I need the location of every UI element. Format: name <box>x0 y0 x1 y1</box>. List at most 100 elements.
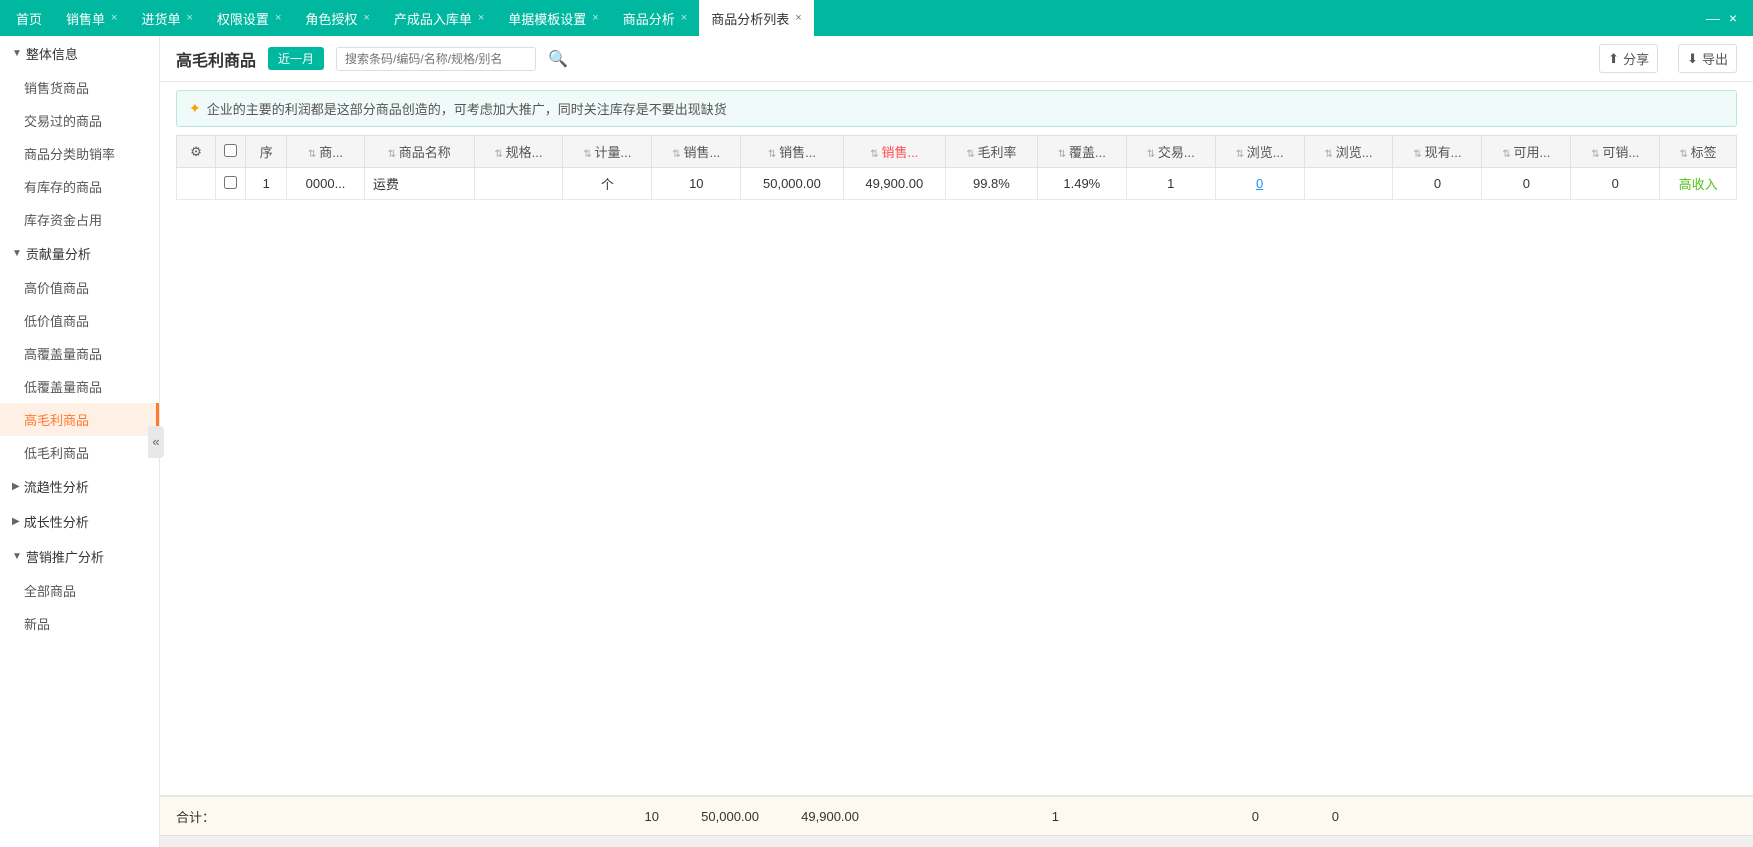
arrow-trend: ▶ <box>12 481 20 492</box>
total-sales-profit: 49,900.00 <box>771 809 871 824</box>
content-area: 高毛利商品 近一月 🔍 ⬆ 分享 ⬇ 导出 ✦ 企业的主要的利润都是这部分商品创… <box>160 36 1753 847</box>
th-current-stock[interactable]: 现有... <box>1393 136 1482 168</box>
sidebar-item-high-margin[interactable]: 高毛利商品 <box>0 403 159 436</box>
th-spec[interactable]: 规格... <box>474 136 563 168</box>
th-sales-amount[interactable]: 销售... <box>741 136 843 168</box>
nav-sales[interactable]: 销售单 × <box>54 0 129 36</box>
cell-gross-margin: 99.8% <box>945 168 1037 200</box>
close-permission-tab[interactable]: × <box>275 12 281 24</box>
close-window-button[interactable]: × <box>1725 10 1741 26</box>
close-role-tab[interactable]: × <box>363 12 369 24</box>
cell-seq: 1 <box>246 168 287 200</box>
sidebar-item-high-value[interactable]: 高价值商品 <box>0 271 159 304</box>
nav-role[interactable]: 角色授权 × <box>293 0 381 36</box>
window-controls: — × <box>1705 10 1749 26</box>
sidebar-item-new-goods[interactable]: 新品 <box>0 607 159 640</box>
sidebar-item-category-rate[interactable]: 商品分类助销率 <box>0 137 159 170</box>
arrow-contribution: ▼ <box>12 248 22 259</box>
sidebar-collapse-button[interactable]: « <box>148 426 164 458</box>
content-header: 高毛利商品 近一月 🔍 ⬆ 分享 ⬇ 导出 <box>160 36 1753 82</box>
th-settings[interactable]: ⚙ <box>177 136 216 168</box>
close-analysis-list-tab[interactable]: × <box>795 12 801 24</box>
period-button[interactable]: 近一月 <box>268 47 324 70</box>
export-icon: ⬇ <box>1687 51 1698 67</box>
th-code[interactable]: 商... <box>287 136 365 168</box>
cell-code: 0000... <box>287 168 365 200</box>
select-all-checkbox[interactable] <box>224 144 237 157</box>
th-gross-margin[interactable]: 毛利率 <box>945 136 1037 168</box>
close-analysis-tab[interactable]: × <box>681 12 687 24</box>
total-transactions: 1 <box>991 809 1071 824</box>
close-sales-tab[interactable]: × <box>111 12 117 24</box>
nav-production[interactable]: 产成品入库单 × <box>382 0 496 36</box>
th-sales-profit[interactable]: 销售... <box>843 136 945 168</box>
horizontal-scrollbar[interactable] <box>160 835 1753 847</box>
notice-icon: ✦ <box>189 100 201 117</box>
share-button[interactable]: ⬆ 分享 <box>1599 44 1658 73</box>
sidebar-group-contribution[interactable]: ▼ 贡献量分析 <box>0 236 159 271</box>
top-navigation: 首页 销售单 × 进货单 × 权限设置 × 角色授权 × 产成品入库单 × 单据… <box>0 0 1753 36</box>
th-name[interactable]: 商品名称 <box>364 136 474 168</box>
export-button[interactable]: ⬇ 导出 <box>1678 44 1737 73</box>
th-sales-qty[interactable]: 销售... <box>652 136 741 168</box>
close-production-tab[interactable]: × <box>478 12 484 24</box>
sidebar-item-stock-capital[interactable]: 库存资金占用 <box>0 203 159 236</box>
close-purchase-tab[interactable]: × <box>186 12 192 24</box>
search-button[interactable]: 🔍 <box>548 49 568 69</box>
sidebar-item-low-margin[interactable]: 低毛利商品 <box>0 436 159 469</box>
sidebar-item-all-goods[interactable]: 全部商品 <box>0 574 159 607</box>
sidebar-item-low-value[interactable]: 低价值商品 <box>0 304 159 337</box>
cell-browse1[interactable]: 0 <box>1215 168 1304 200</box>
sidebar-item-in-stock[interactable]: 有库存的商品 <box>0 170 159 203</box>
minimize-button[interactable]: — <box>1705 10 1721 26</box>
nav-analysis[interactable]: 商品分析 × <box>611 0 699 36</box>
cell-coverage: 1.49% <box>1037 168 1126 200</box>
arrow-growth: ▶ <box>12 516 20 527</box>
nav-analysis-list[interactable]: 商品分析列表 × <box>699 0 813 36</box>
cell-sales-profit: 49,900.00 <box>843 168 945 200</box>
sidebar-group-overall[interactable]: ▼ 整体信息 <box>0 36 159 71</box>
sidebar-group-marketing[interactable]: ▼ 营销推广分析 <box>0 539 159 574</box>
th-checkbox[interactable] <box>216 136 246 168</box>
th-transactions[interactable]: 交易... <box>1126 136 1215 168</box>
search-input[interactable] <box>336 47 536 71</box>
cell-tag: 高收入 <box>1660 168 1737 200</box>
sidebar-item-traded[interactable]: 交易过的商品 <box>0 104 159 137</box>
total-sales-amount: 50,000.00 <box>671 809 771 824</box>
th-tag[interactable]: 标签 <box>1660 136 1737 168</box>
total-available: 0 <box>1271 809 1351 824</box>
cell-unit: 个 <box>563 168 652 200</box>
sidebar-group-growth[interactable]: ▶ 成长性分析 <box>0 504 159 539</box>
nav-permission[interactable]: 权限设置 × <box>205 0 293 36</box>
th-seq: 序 <box>246 136 287 168</box>
arrow-overall: ▼ <box>12 48 22 59</box>
table-body: 1 0000... 运费 个 10 50,000.00 49,900.00 99… <box>177 168 1737 200</box>
notice-bar: ✦ 企业的主要的利润都是这部分商品创造的，可考虑加大推广，同时关注库存是不要出现… <box>176 90 1737 127</box>
sidebar-item-low-coverage[interactable]: 低覆盖量商品 <box>0 370 159 403</box>
nav-purchase[interactable]: 进货单 × <box>129 0 204 36</box>
th-browse2[interactable]: 浏览... <box>1304 136 1393 168</box>
th-unit[interactable]: 计量... <box>563 136 652 168</box>
arrow-marketing: ▼ <box>12 551 22 562</box>
row-checkbox[interactable] <box>224 176 237 189</box>
share-icon: ⬆ <box>1608 51 1619 67</box>
sidebar-group-trend[interactable]: ▶ 流趋性分析 <box>0 469 159 504</box>
sidebar-item-high-coverage[interactable]: 高覆盖量商品 <box>0 337 159 370</box>
th-browse1[interactable]: 浏览... <box>1215 136 1304 168</box>
nav-home[interactable]: 首页 <box>4 0 54 36</box>
th-saleable[interactable]: 可销... <box>1571 136 1660 168</box>
cell-current-stock: 0 <box>1393 168 1482 200</box>
total-current-stock: 0 <box>1191 809 1271 824</box>
analysis-table: ⚙ 序 商... 商品名称 规格... 计量... 销售... 销售... 销售… <box>176 135 1737 200</box>
close-template-tab[interactable]: × <box>592 12 598 24</box>
total-label: 合计： <box>176 807 215 826</box>
main-layout: ▼ 整体信息 销售货商品 交易过的商品 商品分类助销率 有库存的商品 库存资金占… <box>0 36 1753 847</box>
th-available[interactable]: 可用... <box>1482 136 1571 168</box>
nav-template[interactable]: 单据模板设置 × <box>496 0 610 36</box>
cell-checkbox[interactable] <box>216 168 246 200</box>
th-coverage[interactable]: 覆盖... <box>1037 136 1126 168</box>
table-row: 1 0000... 运费 个 10 50,000.00 49,900.00 99… <box>177 168 1737 200</box>
sidebar-item-sales-goods[interactable]: 销售货商品 <box>0 71 159 104</box>
settings-icon: ⚙ <box>190 144 202 159</box>
cell-sales-amount: 50,000.00 <box>741 168 843 200</box>
